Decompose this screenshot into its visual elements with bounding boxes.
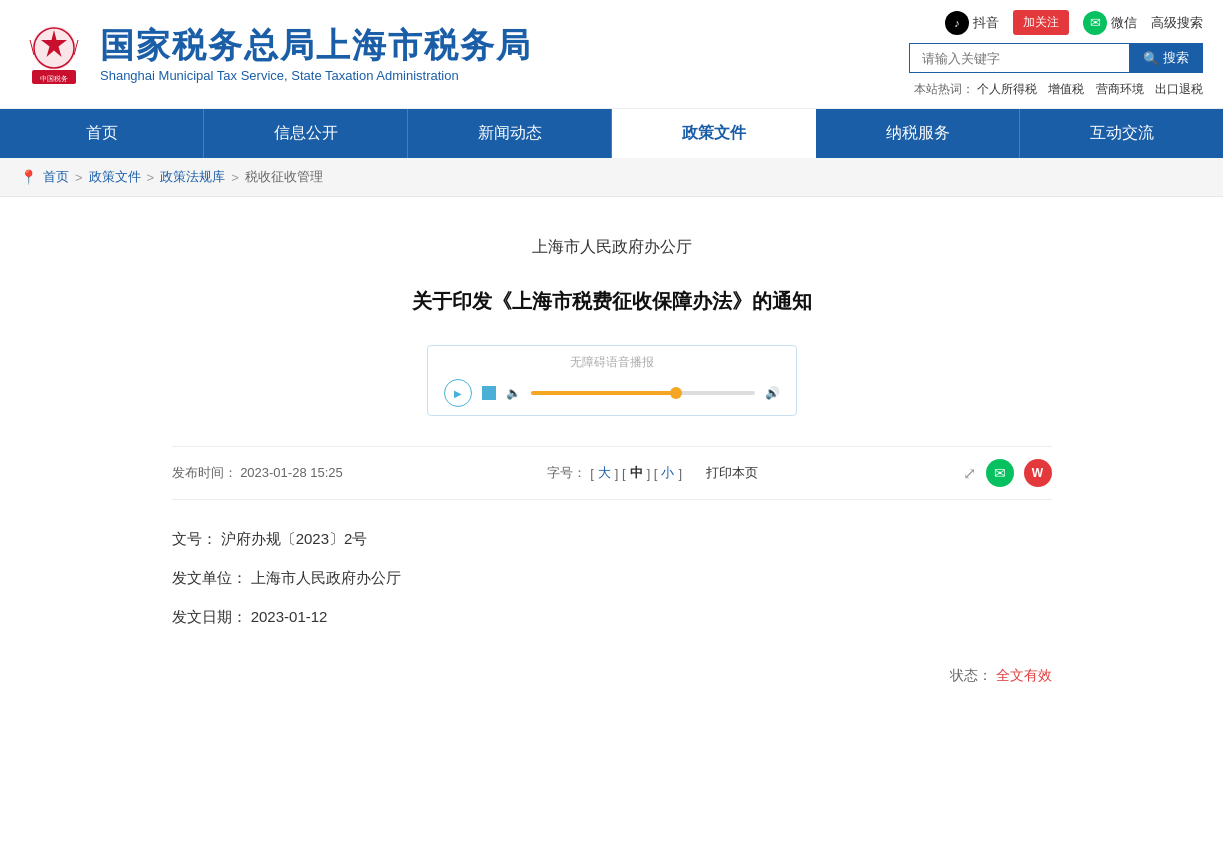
doc-info: 文号： 沪府办规〔2023〕2号 发文单位： 上海市人民政府办公厅 发文日期： … bbox=[172, 530, 1052, 627]
status-label: 状态： bbox=[950, 667, 992, 683]
nav-item-info[interactable]: 信息公开 bbox=[204, 109, 408, 158]
tiktok-social[interactable]: ♪ 抖音 bbox=[945, 11, 999, 35]
breadcrumb-current: 税收征收管理 bbox=[245, 168, 323, 186]
volume-slider-track[interactable] bbox=[531, 391, 755, 395]
issuing-unit-value: 上海市人民政府办公厅 bbox=[251, 569, 401, 586]
nav-item-policy[interactable]: 政策文件 bbox=[612, 109, 816, 158]
meta-bar: 发布时间： 2023-01-28 15:25 字号： [ 大 ] [ 中 ] [… bbox=[172, 446, 1052, 500]
hotwords-label: 本站热词： bbox=[914, 82, 974, 96]
wechat-icon: ✉ bbox=[1083, 11, 1107, 35]
issue-date-value: 2023-01-12 bbox=[251, 608, 328, 625]
font-bracket-mid1: ] [ bbox=[615, 466, 626, 481]
breadcrumb-sep-1: > bbox=[75, 170, 83, 185]
meta-publish: 发布时间： 2023-01-28 15:25 bbox=[172, 464, 343, 482]
logo-text: 国家税务总局上海市税务局 Shanghai Municipal Tax Serv… bbox=[100, 25, 532, 83]
search-bar: 🔍 搜索 bbox=[909, 43, 1203, 73]
volume-icon-high: 🔊 bbox=[765, 386, 780, 400]
issue-date-label: 发文日期： bbox=[172, 608, 247, 625]
hotword-1[interactable]: 个人所得税 bbox=[977, 82, 1037, 96]
breadcrumb-sep-2: > bbox=[147, 170, 155, 185]
breadcrumb-sep-3: > bbox=[231, 170, 239, 185]
stop-button[interactable] bbox=[482, 386, 496, 400]
publish-label: 发布时间： bbox=[172, 465, 237, 480]
status-bar: 状态： 全文有效 bbox=[172, 657, 1052, 695]
audio-controls-row: ▶ 🔈 🔊 bbox=[444, 379, 780, 407]
wechat-share-button[interactable]: ✉ bbox=[986, 459, 1014, 487]
hotwords-bar: 本站热词： 个人所得税 增值税 营商环境 出口退税 bbox=[914, 81, 1203, 98]
meta-center: 字号： [ 大 ] [ 中 ] [ 小 ] 打印本页 bbox=[547, 464, 758, 482]
social-bar: ♪ 抖音 加关注 ✉ 微信 高级搜索 bbox=[945, 10, 1203, 35]
weibo-share-button[interactable]: W bbox=[1024, 459, 1052, 487]
tiktok-icon: ♪ bbox=[945, 11, 969, 35]
header-right: ♪ 抖音 加关注 ✉ 微信 高级搜索 🔍 搜索 本站热词： 个人所得税 增值税 … bbox=[909, 10, 1203, 98]
doc-issuer: 上海市人民政府办公厅 bbox=[172, 227, 1052, 268]
tiktok-label: 抖音 bbox=[973, 14, 999, 32]
site-subtitle: Shanghai Municipal Tax Service, State Ta… bbox=[100, 68, 532, 83]
doc-title: 关于印发《上海市税费征收保障办法》的通知 bbox=[172, 288, 1052, 315]
meta-share: ⤢ ✉ W bbox=[963, 459, 1052, 487]
weibo-follow-button[interactable]: 加关注 bbox=[1013, 10, 1069, 35]
nav-item-news[interactable]: 新闻动态 bbox=[408, 109, 612, 158]
play-button[interactable]: ▶ bbox=[444, 379, 472, 407]
publish-time: 2023-01-28 15:25 bbox=[240, 465, 343, 480]
volume-thumb bbox=[670, 387, 682, 399]
advanced-search-link[interactable]: 高级搜索 bbox=[1151, 14, 1203, 32]
nav-item-interaction[interactable]: 互动交流 bbox=[1020, 109, 1223, 158]
doc-number-row: 文号： 沪府办规〔2023〕2号 bbox=[172, 530, 1052, 549]
search-icon: 🔍 bbox=[1143, 51, 1159, 66]
volume-icon-low: 🔈 bbox=[506, 386, 521, 400]
hotword-2[interactable]: 增值税 bbox=[1048, 82, 1084, 96]
svg-text:中国税务: 中国税务 bbox=[40, 75, 68, 83]
audio-label: 无障碍语音播报 bbox=[444, 354, 780, 371]
font-bracket-mid2: ] [ bbox=[647, 466, 658, 481]
main-nav: 首页 信息公开 新闻动态 政策文件 纳税服务 互动交流 bbox=[0, 109, 1223, 158]
main-content: 上海市人民政府办公厅 关于印发《上海市税费征收保障办法》的通知 无障碍语音播报 … bbox=[132, 197, 1092, 725]
font-size-label: 字号： bbox=[547, 464, 586, 482]
nav-item-tax-service[interactable]: 纳税服务 bbox=[816, 109, 1020, 158]
wechat-label: 微信 bbox=[1111, 14, 1137, 32]
search-button-label: 搜索 bbox=[1163, 49, 1189, 67]
font-size-small[interactable]: 小 bbox=[661, 464, 674, 482]
site-title: 国家税务总局上海市税务局 bbox=[100, 25, 532, 66]
search-input[interactable] bbox=[909, 43, 1129, 73]
breadcrumb-policy-lib[interactable]: 政策法规库 bbox=[160, 168, 225, 186]
nav-item-home[interactable]: 首页 bbox=[0, 109, 204, 158]
print-button[interactable]: 打印本页 bbox=[706, 464, 758, 482]
font-size-large[interactable]: 大 bbox=[598, 464, 611, 482]
breadcrumb: 📍 首页 > 政策文件 > 政策法规库 > 税收征收管理 bbox=[0, 158, 1223, 197]
volume-fill bbox=[531, 391, 677, 395]
header: 中国税务 国家税务总局上海市税务局 Shanghai Municipal Tax… bbox=[0, 0, 1223, 109]
share-icon[interactable]: ⤢ bbox=[963, 464, 976, 483]
doc-number-label: 文号： bbox=[172, 530, 217, 547]
hotword-3[interactable]: 营商环境 bbox=[1096, 82, 1144, 96]
breadcrumb-location-icon: 📍 bbox=[20, 169, 37, 185]
header-left: 中国税务 国家税务总局上海市税务局 Shanghai Municipal Tax… bbox=[20, 20, 532, 88]
search-button[interactable]: 🔍 搜索 bbox=[1129, 43, 1203, 73]
logo-emblem: 中国税务 bbox=[20, 20, 88, 88]
font-bracket-close: ] bbox=[678, 466, 682, 481]
font-size-medium[interactable]: 中 bbox=[630, 464, 643, 482]
wechat-social[interactable]: ✉ 微信 bbox=[1083, 11, 1137, 35]
emblem-svg: 中国税务 bbox=[20, 20, 88, 88]
hotword-4[interactable]: 出口退税 bbox=[1155, 82, 1203, 96]
audio-player: 无障碍语音播报 ▶ 🔈 🔊 bbox=[427, 345, 797, 416]
issue-date-row: 发文日期： 2023-01-12 bbox=[172, 608, 1052, 627]
breadcrumb-home[interactable]: 首页 bbox=[43, 168, 69, 186]
status-value: 全文有效 bbox=[996, 667, 1052, 683]
font-bracket-open: [ bbox=[590, 466, 594, 481]
issuing-unit-row: 发文单位： 上海市人民政府办公厅 bbox=[172, 569, 1052, 588]
issuing-unit-label: 发文单位： bbox=[172, 569, 247, 586]
breadcrumb-policy[interactable]: 政策文件 bbox=[89, 168, 141, 186]
doc-number-value: 沪府办规〔2023〕2号 bbox=[221, 530, 368, 547]
